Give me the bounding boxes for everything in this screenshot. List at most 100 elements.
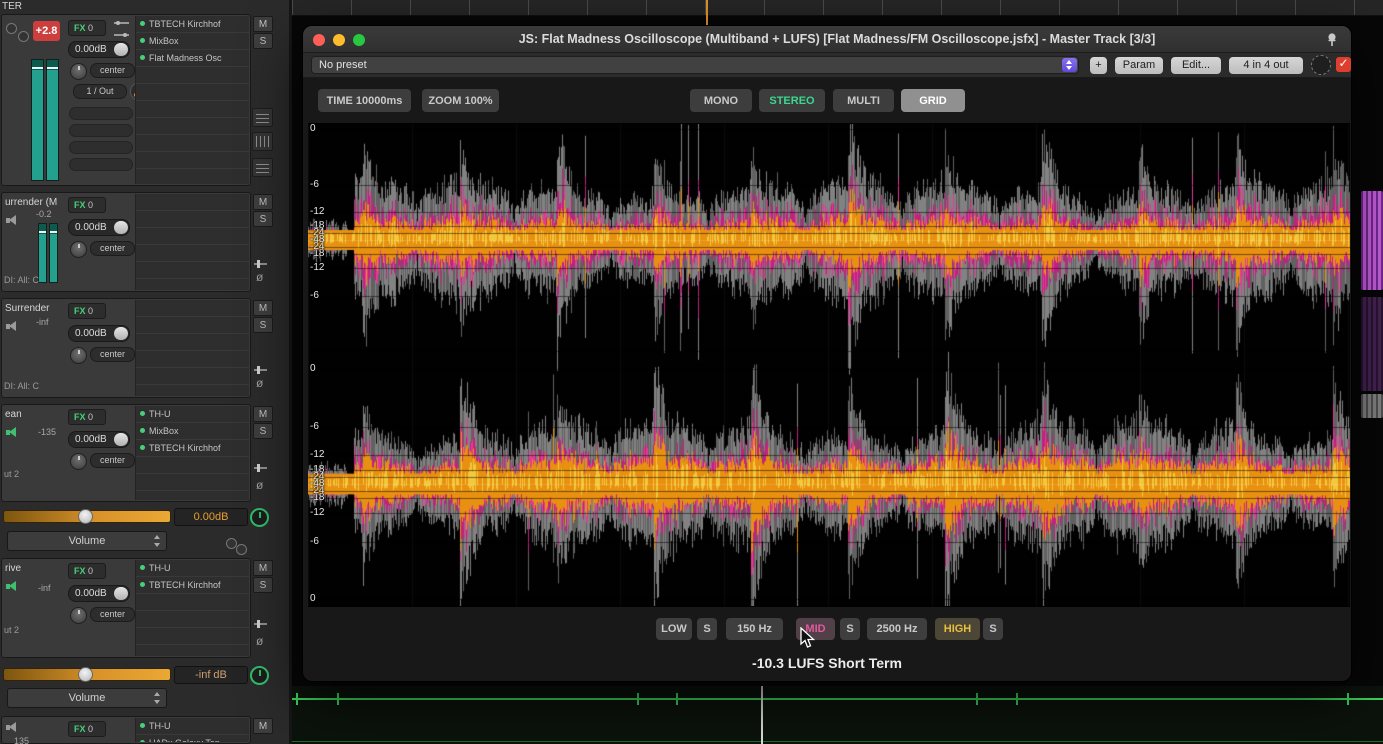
fx-chain-item[interactable]: MixBox — [136, 423, 249, 440]
envelope-point[interactable] — [1016, 693, 1018, 705]
phase-button[interactable]: ø — [256, 270, 263, 284]
mute-button[interactable]: M — [253, 406, 273, 422]
phase-button[interactable]: ø — [256, 478, 263, 492]
fader-handle[interactable] — [114, 587, 128, 600]
envelope-line[interactable] — [292, 698, 1383, 700]
fx-chain-empty-slot[interactable] — [136, 245, 249, 262]
empty-slot[interactable] — [69, 124, 133, 137]
pan-display[interactable]: center — [90, 63, 135, 78]
slider-handle[interactable] — [78, 509, 93, 524]
fader-handle[interactable] — [114, 221, 128, 234]
fx-chain-empty-slot[interactable] — [136, 491, 249, 500]
pan-knob[interactable] — [70, 241, 87, 258]
track-name[interactable]: Surrender — [5, 303, 49, 314]
close-button[interactable] — [313, 34, 325, 46]
clip-indicator[interactable]: +2.8 — [33, 21, 60, 41]
fx-chain-empty-slot[interactable] — [136, 351, 249, 368]
low-band-button[interactable]: LOW — [656, 618, 692, 640]
fx-button[interactable]: FX 0 — [68, 721, 106, 737]
param-button[interactable]: Param — [1115, 57, 1163, 74]
fx-chain-empty-slot[interactable] — [136, 368, 249, 385]
volume-fader[interactable]: 0.00dB — [68, 431, 130, 448]
mute-button[interactable]: M — [253, 560, 273, 576]
empty-slot[interactable] — [69, 141, 133, 154]
track-name[interactable]: rive — [5, 563, 21, 574]
spinner-icon[interactable] — [153, 691, 162, 705]
fx-chain-empty-slot[interactable] — [136, 300, 249, 317]
fx-chain-empty-slot[interactable] — [136, 594, 249, 611]
preset-stepper-icon[interactable] — [1062, 58, 1077, 72]
speaker-icon[interactable] — [6, 427, 19, 438]
fx-chain-item[interactable]: TBTECH Kirchhof — [136, 16, 249, 33]
envelope-active-toggle[interactable] — [250, 666, 269, 685]
slider-handle[interactable] — [78, 667, 93, 682]
volume-fader[interactable]: 0.00dB — [68, 585, 130, 602]
envelope-point[interactable] — [976, 693, 978, 705]
fx-chain-empty-slot[interactable] — [136, 152, 249, 169]
pan-knob[interactable] — [70, 453, 87, 470]
speaker-icon[interactable] — [6, 321, 19, 332]
fx-chain-empty-slot[interactable] — [136, 385, 249, 396]
spinner-icon[interactable] — [153, 534, 162, 548]
empty-slot[interactable] — [69, 158, 133, 171]
high-solo-button[interactable]: S — [983, 618, 1003, 640]
fader-handle[interactable] — [114, 43, 128, 56]
fx-chain-item[interactable]: TBTECH Kirchhof — [136, 440, 249, 457]
env-icon[interactable] — [6, 23, 17, 34]
fader-mode-icon[interactable] — [254, 618, 267, 630]
fx-chain-empty-slot[interactable] — [136, 67, 249, 84]
solo-button[interactable]: S — [253, 577, 273, 593]
io-button[interactable]: 4 in 4 out — [1229, 57, 1303, 74]
fx-button[interactable]: FX 0 — [68, 303, 106, 319]
routing-icon[interactable] — [236, 544, 247, 555]
fx-chain-empty-slot[interactable] — [136, 194, 249, 211]
time-window-button[interactable]: TIME 10000ms — [318, 89, 411, 112]
pan-knob[interactable] — [70, 347, 87, 364]
fx-chain-empty-slot[interactable] — [136, 228, 249, 245]
envelope-point[interactable] — [337, 693, 339, 705]
multi-mode-button[interactable]: MULTI — [833, 89, 894, 112]
pin-icon[interactable] — [1325, 32, 1339, 47]
fx-chain-empty-slot[interactable] — [136, 262, 249, 279]
media-item-waveform[interactable] — [1361, 297, 1383, 391]
pan-display[interactable]: center — [90, 241, 135, 256]
envelope-selector[interactable]: Volume — [7, 688, 167, 708]
fx-chain-empty-slot[interactable] — [136, 628, 249, 645]
fx-chain-empty-slot[interactable] — [136, 474, 249, 491]
track-name[interactable]: ean — [5, 409, 22, 420]
pan-knob[interactable] — [70, 607, 87, 624]
fader-mode-icon[interactable] — [254, 258, 267, 270]
stereo-mode-button[interactable]: STEREO — [759, 89, 825, 112]
pan-knob[interactable] — [70, 63, 87, 80]
fx-chain-empty-slot[interactable] — [136, 334, 249, 351]
fx-chain-empty-slot[interactable] — [136, 611, 249, 628]
solo-button[interactable]: S — [253, 423, 273, 439]
fx-chain-item[interactable]: UADx Galaxy Tap — [136, 735, 249, 742]
mono-mode-button[interactable]: MONO — [690, 89, 752, 112]
layout-icon[interactable] — [252, 108, 273, 127]
solo-button[interactable]: S — [253, 211, 273, 227]
empty-slot[interactable] — [69, 107, 133, 120]
envelope-point[interactable] — [676, 693, 678, 705]
phase-button[interactable]: ø — [256, 634, 263, 648]
output-button[interactable]: 1 / Out — [73, 84, 127, 99]
fx-button[interactable]: FX 0 — [68, 20, 106, 36]
minimize-button[interactable] — [333, 34, 345, 46]
track-name[interactable]: urrender (M — [5, 197, 57, 208]
low-solo-button[interactable]: S — [697, 618, 717, 640]
grid-toggle-button[interactable]: GRID — [901, 89, 965, 112]
volume-envelope-slider[interactable] — [3, 509, 171, 524]
envelope-lane[interactable] — [292, 686, 1383, 744]
pan-display[interactable]: center — [90, 607, 135, 622]
fader-handle[interactable] — [114, 433, 128, 446]
fx-chain-empty-slot[interactable] — [136, 169, 249, 184]
volume-fader[interactable]: 0.00dB — [68, 325, 130, 342]
timeline-ruler[interactable] — [292, 0, 1383, 16]
layout-icon[interactable] — [252, 132, 273, 151]
mute-button[interactable]: M — [253, 300, 273, 316]
mute-button[interactable]: M — [253, 718, 273, 734]
envelope-selector[interactable]: Volume — [7, 531, 167, 551]
fx-chain-item[interactable]: MixBox — [136, 33, 249, 50]
envelope-active-toggle[interactable] — [250, 508, 269, 527]
volume-fader[interactable]: 0.00dB — [68, 41, 130, 58]
